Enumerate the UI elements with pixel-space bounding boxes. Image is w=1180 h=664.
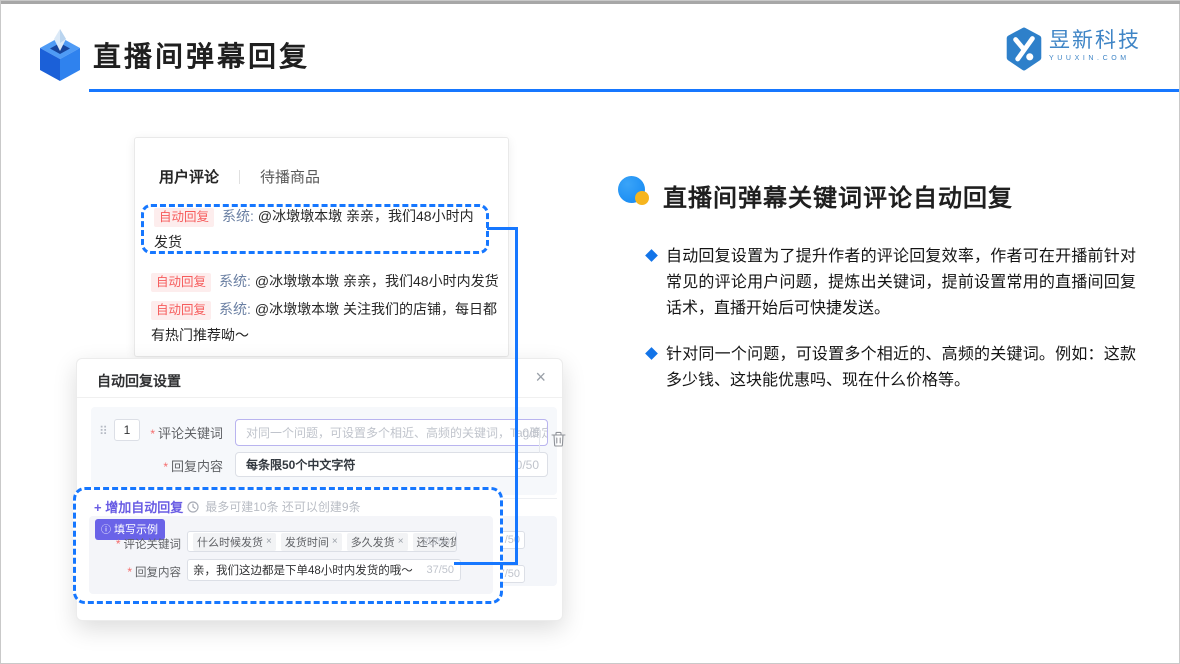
keyword-tag: 发货时间 × — [280, 532, 342, 551]
action-divider — [539, 427, 540, 453]
reply-field-label: * 回复内容 — [163, 459, 223, 474]
example-reply-input[interactable]: 亲，我们这边都是下单48小时内发货的哦～ 37/50 — [187, 559, 461, 581]
required-mark: * — [163, 460, 168, 474]
delete-rule-icon[interactable] — [551, 431, 566, 447]
example-highlight-box: + 增加自动回复 最多可建10条 还可以创建9条 ⓘ 填写示例 * 评论关键词 什么… — [73, 487, 503, 604]
tab-user-comments[interactable]: 用户评论 — [159, 166, 219, 187]
required-mark: * — [127, 565, 132, 579]
modal-header-divider — [77, 397, 562, 398]
comment-sender: 系统: — [222, 208, 254, 224]
comment-sender: 系统: — [219, 301, 251, 317]
connector-line — [454, 562, 518, 565]
modal-title: 自动回复设置 — [97, 373, 181, 389]
example-keyword-tags: 什么时候发货×发货时间×多久发货×还不发货× — [193, 532, 456, 551]
window-top-border — [1, 1, 1180, 4]
feature-heading: 直播间弹幕关键词评论自动回复 — [663, 185, 1013, 212]
auto-reply-badge: 自动回复 — [154, 208, 215, 227]
live-comment-panel: 用户评论 待播商品 自动回复 系统: @冰墩墩本墩 亲亲，我们48小时内发货 自动回… — [134, 137, 509, 357]
reply-placeholder: 每条限50个中文字符 — [246, 458, 356, 472]
remove-tag-icon[interactable]: × — [332, 536, 338, 547]
tab-pending-products[interactable]: 待播商品 — [260, 166, 320, 187]
highlighted-comment-box: 自动回复 系统: @冰墩墩本墩 亲亲，我们48小时内发货 — [141, 204, 489, 254]
comment-row: 自动回复 系统: @冰墩墩本墩 关注我们的店铺，每日都有热门推荐呦～ — [151, 296, 501, 348]
info-icon: ⓘ — [101, 525, 111, 536]
feature-bullet: 针对同一个问题，可设置多个相近的、高频的关键词。例如：这款多少钱、这块能优惠吗、… — [666, 346, 1136, 389]
keyword-counter: 0/5 — [522, 425, 539, 440]
comment-sender: 系统: — [219, 273, 251, 289]
example-reply-counter: 37/50 — [426, 564, 454, 576]
comment-row: 自动回复 系统: @冰墩墩本墩 亲亲，我们48小时内发货 — [151, 268, 501, 294]
auto-reply-badge: 自动回复 — [151, 273, 212, 292]
example-keyword-input[interactable]: 什么时候发货×发货时间×多久发货×还不发货× 20/50 — [187, 531, 457, 552]
remove-tag-icon[interactable]: × — [266, 536, 272, 547]
required-mark: * — [115, 537, 121, 551]
keyword-placeholder: 对同一个问题，可设置多个相近、高频的关键词，Tag确定，最多5个 — [246, 426, 547, 440]
keyword-tag: 多久发货 × — [346, 532, 408, 551]
auto-reply-badge: 自动回复 — [151, 301, 212, 320]
brand-domain: YUUXIN.COM — [1049, 55, 1130, 62]
example-keyword-counter: 20/50 — [422, 535, 450, 548]
add-auto-reply-row: + 增加自动回复 最多可建10条 还可以创建9条 — [94, 497, 361, 516]
example-keyword-label: * 评论关键词 — [115, 537, 181, 551]
keyword-tag-label: 多久发货 — [350, 536, 395, 549]
app-cube-icon — [40, 29, 80, 81]
yellow-circle-icon — [635, 191, 649, 205]
reply-input[interactable]: 每条限50个中文字符 0/50 — [235, 452, 548, 477]
keyword-tag-label: 什么时候发货 — [197, 536, 263, 549]
tab-divider — [239, 169, 241, 184]
keyword-tag: 什么时候发货 × — [193, 532, 276, 551]
bullet-diamond-icon — [645, 249, 658, 262]
add-auto-reply-button[interactable]: + 增加自动回复 — [94, 497, 183, 516]
keyword-field-label: * 评论关键词 — [150, 426, 223, 441]
clock-icon — [187, 500, 199, 513]
keyword-tag-label: 发货时间 — [284, 536, 329, 549]
brand-logo: 昱新科技 YUUXIN.COM — [1001, 27, 1161, 75]
close-icon[interactable]: × — [535, 367, 546, 388]
comment-row: 自动回复 系统: @冰墩墩本墩 亲亲，我们48小时内发货 — [154, 203, 486, 255]
bullet-diamond-icon — [645, 347, 658, 360]
connector-line — [487, 227, 518, 230]
brand-hexagon-icon — [1006, 27, 1042, 71]
keyword-input[interactable]: 对同一个问题，可设置多个相近、高频的关键词，Tag确定，最多5个 0/5 — [235, 419, 548, 446]
connector-line — [515, 227, 518, 565]
reply-rule-group: ⠿ 1 *评论关键词 对同一个问题，可设置多个相近、高频的关键词，Tag确定，最… — [91, 407, 566, 495]
example-reply-label: * 回复内容 — [127, 565, 181, 579]
required-mark: * — [150, 427, 155, 441]
feature-bullet: 自动回复设置为了提升作者的评论回复效率，作者可在开播前针对常见的评论用户问题，提… — [666, 248, 1136, 317]
quota-text: 最多可建10条 还可以创建9条 — [205, 500, 361, 514]
remove-tag-icon[interactable]: × — [398, 536, 404, 547]
header-divider — [89, 89, 1179, 92]
drag-handle-icon[interactable]: ⠿ — [99, 424, 108, 438]
fill-example-panel: ⓘ填写示例 *评论关键词 什么时候发货×发货时间×多久发货×还不发货× 20/5… — [89, 516, 493, 594]
page-title: 直播间弹幕回复 — [93, 41, 311, 72]
brand-name: 昱新科技 — [1049, 29, 1141, 52]
comment-tabs: 用户评论 待播商品 — [159, 166, 320, 187]
reply-counter: 0/50 — [515, 457, 539, 472]
comment-text: @冰墩墩本墩 亲亲，我们48小时内发货 — [254, 273, 499, 289]
feature-icon — [618, 176, 652, 208]
example-reply-value: 亲，我们这边都是下单48小时内发货的哦～ — [193, 565, 413, 577]
